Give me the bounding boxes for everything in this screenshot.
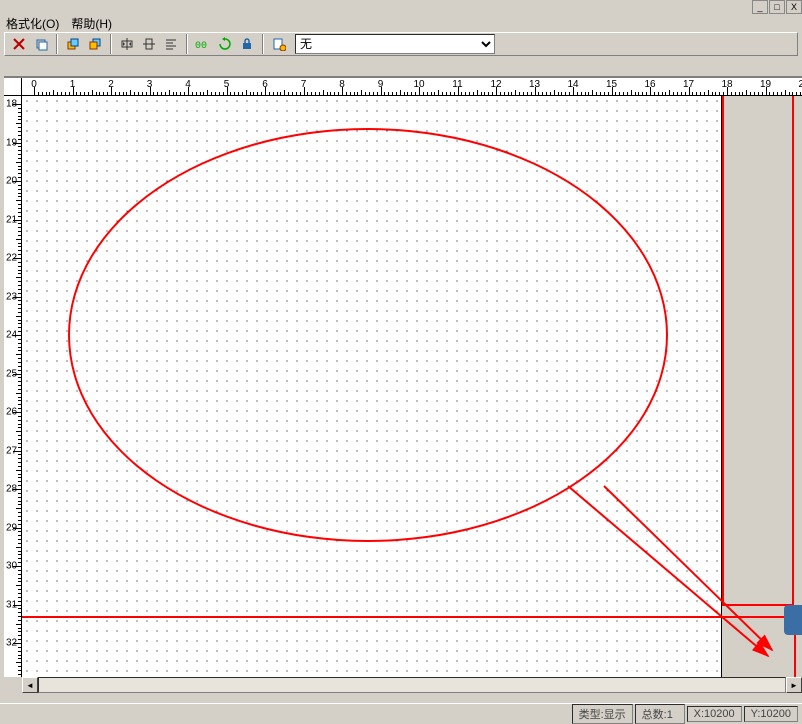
send-back-button[interactable]	[85, 34, 105, 54]
digits-button[interactable]: 00	[193, 34, 213, 54]
scroll-track[interactable]	[38, 677, 786, 693]
status-count: 总数:1	[635, 704, 685, 724]
refresh-button[interactable]	[215, 34, 235, 54]
properties-button[interactable]	[269, 34, 289, 54]
align-button[interactable]	[161, 34, 181, 54]
svg-text:00: 00	[195, 41, 207, 50]
separator	[110, 34, 112, 54]
lock-button[interactable]	[237, 34, 257, 54]
scroll-right-arrow[interactable]: ►	[786, 677, 802, 693]
delete-button[interactable]	[9, 34, 29, 54]
canvas-page[interactable]	[22, 96, 722, 677]
toolbar: 00 无	[4, 32, 798, 56]
status-x: X:10200	[687, 706, 742, 722]
separator	[186, 34, 188, 54]
ruler-horizontal: 01234567891011121314151617181920	[22, 78, 802, 96]
side-tab[interactable]	[784, 605, 802, 635]
separator	[262, 34, 264, 54]
ruler-corner	[4, 78, 22, 96]
separator	[56, 34, 58, 54]
menu-help[interactable]: 帮助(H)	[71, 15, 112, 32]
canvas-viewport[interactable]	[22, 96, 802, 677]
annotation-rect-right	[722, 96, 794, 606]
minimize-button[interactable]: _	[752, 0, 768, 14]
menu-format[interactable]: 格式化(O)	[6, 15, 59, 32]
ruler-vertical: 18192021222324252627282930313233	[4, 96, 22, 677]
horizontal-scrollbar[interactable]: ◄ ►	[22, 677, 802, 693]
status-y: Y:10200	[744, 706, 798, 722]
style-select[interactable]: 无	[295, 34, 495, 54]
width-button[interactable]	[117, 34, 137, 54]
bring-front-button[interactable]	[63, 34, 83, 54]
maximize-button[interactable]: □	[769, 0, 785, 14]
status-bar: 类型:显示 总数:1 X:10200 Y:10200	[0, 703, 802, 723]
height-button[interactable]	[139, 34, 159, 54]
close-button[interactable]: X	[786, 0, 802, 14]
copy-page-button[interactable]	[31, 34, 51, 54]
scroll-left-arrow[interactable]: ◄	[22, 677, 38, 693]
menu-bar: 格式化(O) 帮助(H)	[0, 14, 802, 32]
status-type: 类型:显示	[572, 704, 633, 724]
ellipse-shape[interactable]	[68, 128, 668, 542]
work-area: 01234567891011121314151617181920 1819202…	[4, 76, 802, 703]
